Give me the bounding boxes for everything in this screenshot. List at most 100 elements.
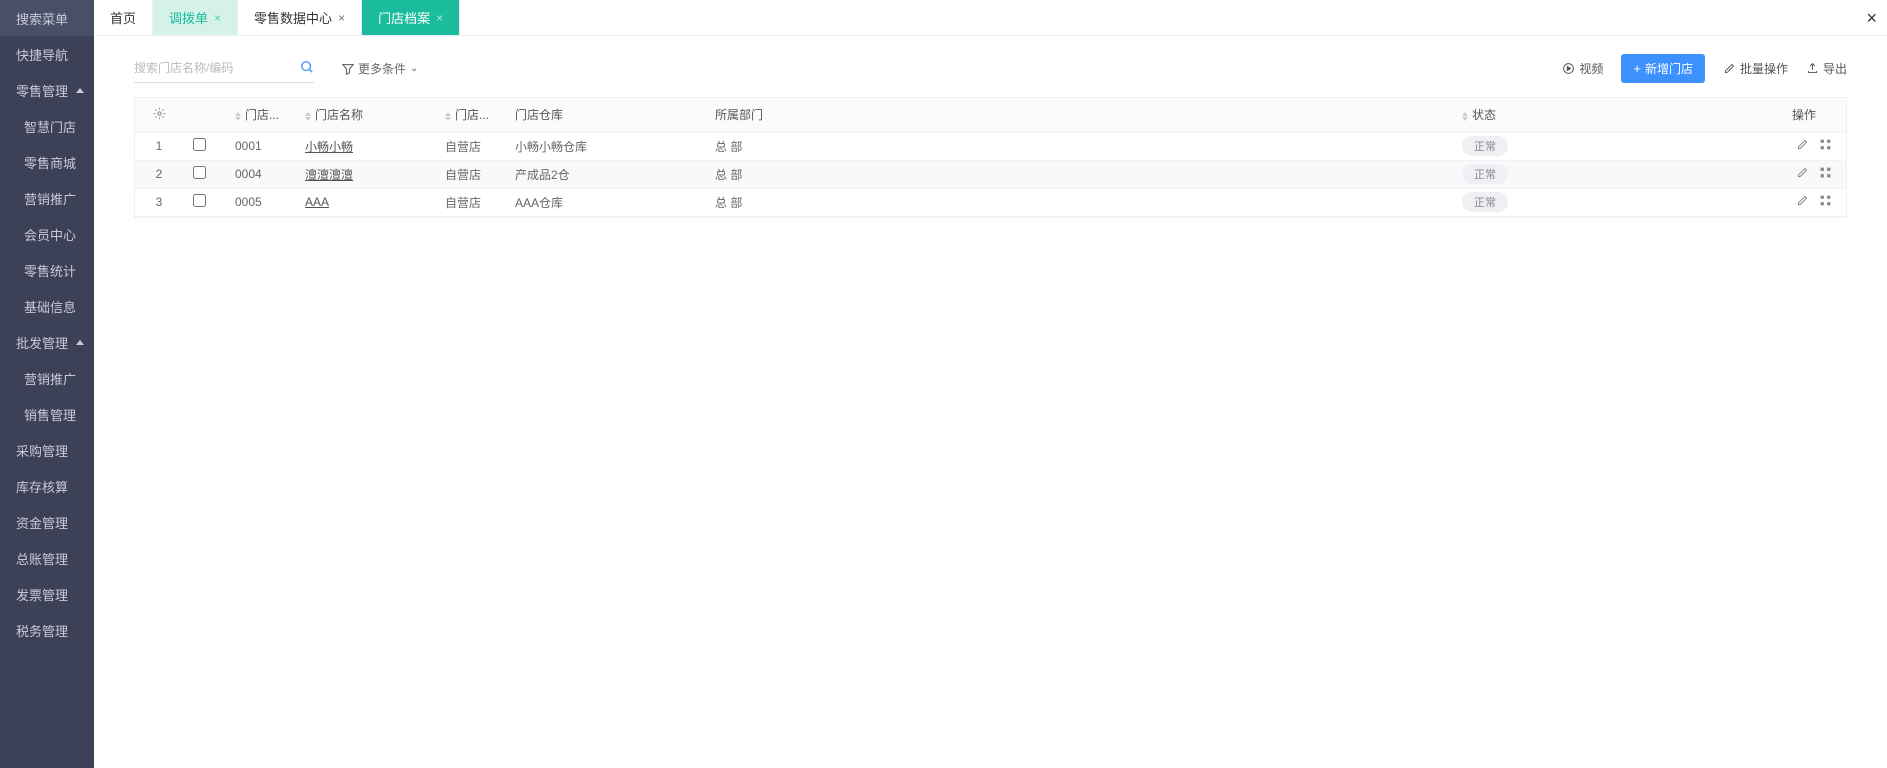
sidebar-item[interactable]: 基础信息 [0,288,94,324]
edit-icon[interactable] [1796,194,1809,207]
sidebar-item-label: 批发管理 [16,333,68,352]
tab-close-icon[interactable]: × [436,11,443,25]
search-box [134,55,314,83]
search-input[interactable] [134,57,314,79]
sidebar-item-label: 库存核算 [16,477,68,496]
sidebar-item[interactable]: 销售管理 [0,396,94,432]
more-filter-button[interactable]: 更多条件 ⌄ [342,60,418,77]
more-filter-label: 更多条件 [358,60,406,77]
grid-icon[interactable] [1819,138,1832,151]
code-header[interactable]: 门店... [225,98,295,132]
sidebar-item[interactable]: 发票管理 [0,576,94,612]
tab-label: 调拨单 [169,8,208,27]
dept-header[interactable]: 所属部门 [705,98,1452,132]
tab-label: 零售数据中心 [254,8,332,27]
edit-icon[interactable] [1796,166,1809,179]
main-area: × 首页调拨单 × 零售数据中心 × 门店档案 × 更多条件 ⌄ 视频 + 新增门店 [94,0,1887,768]
edit-icon[interactable] [1796,138,1809,151]
store-table: 门店... 门店名称 门店... 门店仓库 所属部门 状态 操作 10001小畅… [135,98,1846,217]
row-dept: 总 部 [705,188,1452,216]
status-badge: 正常 [1462,164,1508,184]
tab[interactable]: 调拨单 × [153,0,238,35]
row-checkbox[interactable] [193,166,206,179]
sidebar-item-label: 基础信息 [24,297,76,316]
sidebar-item[interactable]: 零售商城 [0,144,94,180]
sidebar-item-label: 零售商城 [24,153,76,172]
caret-up-icon [76,88,84,93]
toolbar: 更多条件 ⌄ 视频 + 新增门店 批量操作 导出 [94,36,1887,97]
ops-header: 操作 [1762,98,1846,132]
row-checkbox-cell [183,188,225,216]
status-header[interactable]: 状态 [1452,98,1762,132]
search-icon[interactable] [300,60,314,77]
row-ops [1762,160,1846,188]
row-type: 自营店 [435,160,505,188]
row-checkbox-cell [183,160,225,188]
batch-label: 批量操作 [1740,60,1788,77]
row-code: 0004 [225,160,295,188]
row-warehouse: 小畅小畅仓库 [505,132,705,160]
tab[interactable]: 门店档案 × [362,0,460,35]
row-dept: 总 部 [705,132,1452,160]
close-icon[interactable]: × [1866,8,1877,29]
edit-icon [1723,62,1736,75]
sidebar-item[interactable]: 采购管理 [0,432,94,468]
name-header[interactable]: 门店名称 [295,98,435,132]
tab-close-icon[interactable]: × [338,11,345,25]
sidebar-item[interactable]: 批发管理 [0,324,94,360]
sidebar-item[interactable]: 会员中心 [0,216,94,252]
table-header-row: 门店... 门店名称 门店... 门店仓库 所属部门 状态 操作 [135,98,1846,132]
row-warehouse: AAA仓库 [505,188,705,216]
table-row: 10001小畅小畅自营店小畅小畅仓库总 部正常 [135,132,1846,160]
store-name-link[interactable]: 澶澶澶澶 [305,168,353,182]
sort-icon [445,112,451,121]
video-button[interactable]: 视频 [1562,60,1603,77]
sidebar-item[interactable]: 零售管理 [0,72,94,108]
filter-icon [342,63,354,75]
sidebar-item[interactable]: 库存核算 [0,468,94,504]
batch-button[interactable]: 批量操作 [1723,60,1788,77]
sidebar-item[interactable]: 营销推广 [0,180,94,216]
row-checkbox[interactable] [193,194,206,207]
grid-icon[interactable] [1819,166,1832,179]
row-type: 自营店 [435,132,505,160]
table-row: 30005AAA自营店AAA仓库总 部正常 [135,188,1846,216]
row-warehouse: 产成品2仓 [505,160,705,188]
tab[interactable]: 首页 [94,0,153,35]
row-type: 自营店 [435,188,505,216]
sidebar-item-label: 营销推广 [24,189,76,208]
tab-label: 门店档案 [378,8,430,27]
status-badge: 正常 [1462,192,1508,212]
row-checkbox[interactable] [193,138,206,151]
store-name-link[interactable]: 小畅小畅 [305,140,353,154]
sidebar-item[interactable]: 智慧门店 [0,108,94,144]
sidebar-item[interactable]: 零售统计 [0,252,94,288]
grid-icon[interactable] [1819,194,1832,207]
sidebar-item[interactable]: 总账管理 [0,540,94,576]
play-icon [1562,62,1575,75]
type-header[interactable]: 门店... [435,98,505,132]
tab[interactable]: 零售数据中心 × [238,0,362,35]
sidebar-item[interactable]: 搜索菜单 [0,0,94,36]
add-store-button[interactable]: + 新增门店 [1621,54,1705,83]
store-name-link[interactable]: AAA [305,195,329,209]
export-button[interactable]: 导出 [1806,60,1847,77]
sidebar-item-label: 资金管理 [16,513,68,532]
gear-header[interactable] [135,98,183,132]
row-status: 正常 [1452,160,1762,188]
tab-close-icon[interactable]: × [214,11,221,25]
warehouse-header[interactable]: 门店仓库 [505,98,705,132]
sidebar-item-label: 零售管理 [16,81,68,100]
chevron-down-icon: ⌄ [410,63,418,74]
row-index: 3 [135,188,183,216]
sidebar-item[interactable]: 营销推广 [0,360,94,396]
sidebar-item-label: 发票管理 [16,585,68,604]
sidebar-item[interactable]: 税务管理 [0,612,94,648]
add-store-label: 新增门店 [1645,60,1693,77]
sort-icon [235,112,241,121]
caret-up-icon [76,340,84,345]
sidebar-item[interactable]: 资金管理 [0,504,94,540]
row-name: 澶澶澶澶 [295,160,435,188]
sidebar-item[interactable]: 快捷导航 [0,36,94,72]
sidebar-item-label: 总账管理 [16,549,68,568]
